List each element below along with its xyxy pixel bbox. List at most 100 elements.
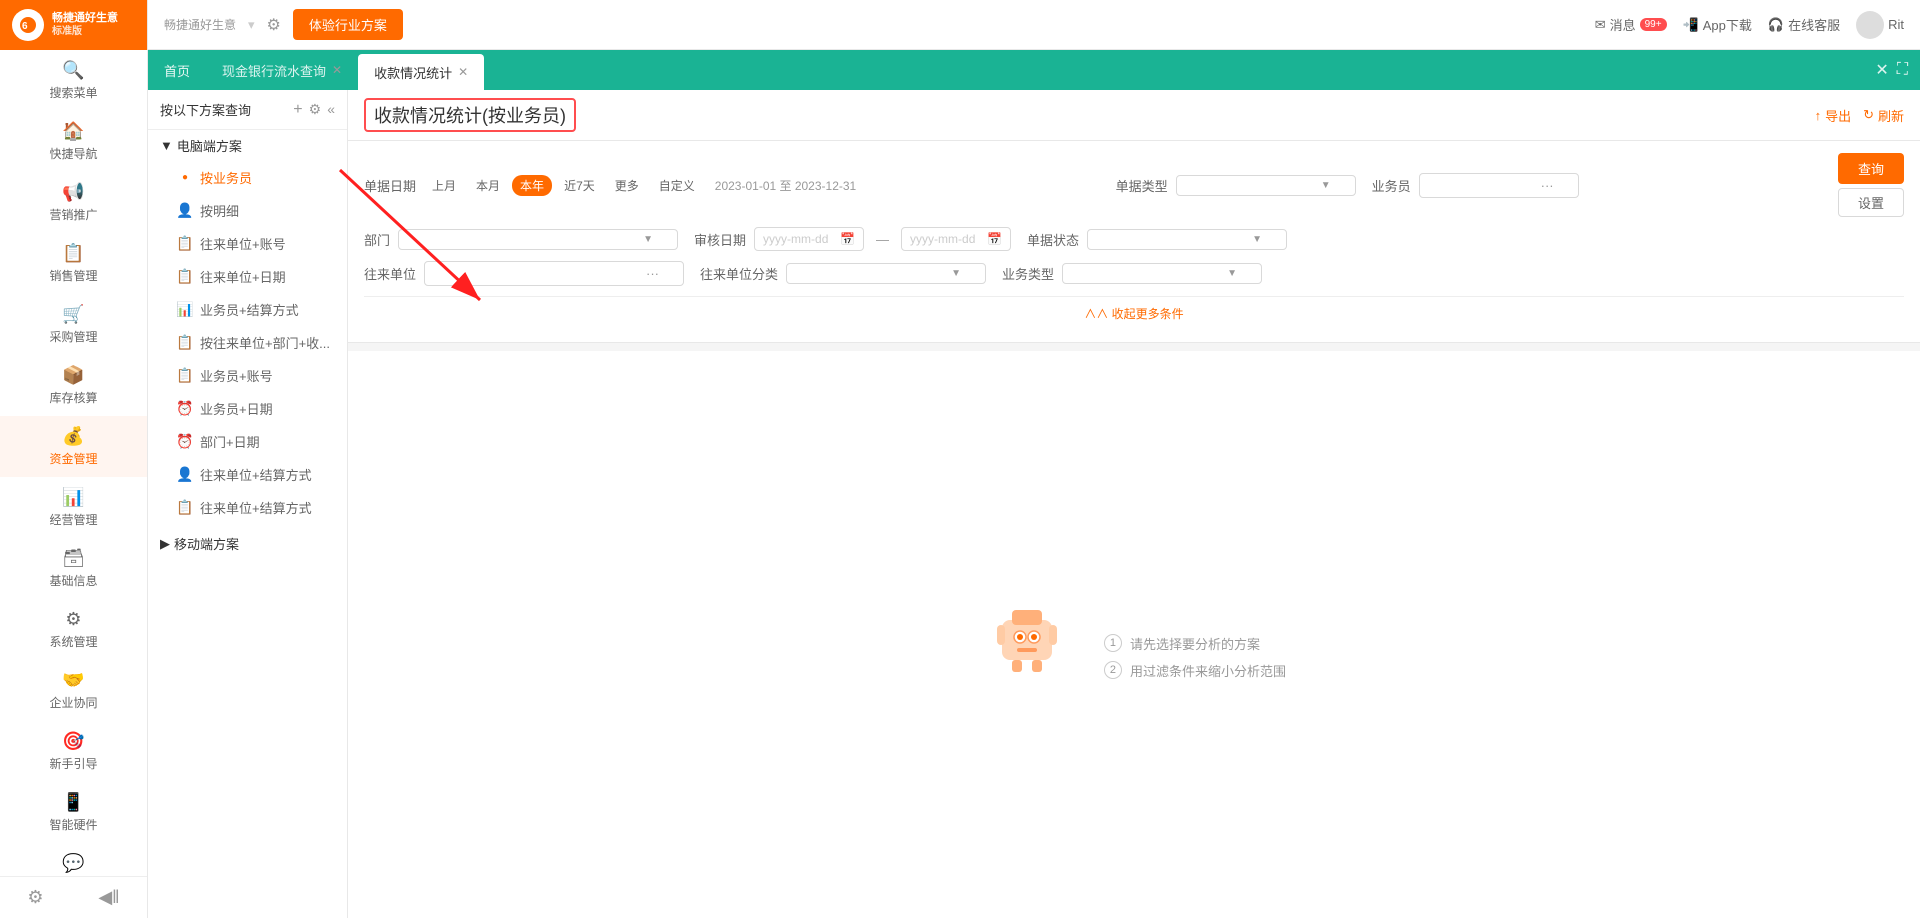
tab-close-bank-flow[interactable]: ✕ (332, 63, 342, 77)
scheme-item-dept-date[interactable]: ⏰ 部门+日期 (148, 425, 347, 458)
tab-close-all-btn[interactable]: ✕ (1875, 60, 1888, 80)
sidebar: 6 畅捷通好生意 标准版 🔍 搜索菜单 🏠 快捷导航 📢 营销推广 📋 销售管理… (0, 0, 148, 918)
desktop-section-title[interactable]: ▼ 电脑端方案 (148, 130, 347, 161)
review-date-start[interactable]: yyyy-mm-dd 📅 (754, 227, 864, 251)
salesperson-dots[interactable]: ··· (1541, 178, 1554, 193)
sidebar-item-enterprise[interactable]: 🤝 企业协同 (0, 660, 147, 721)
salesperson-label: 业务员 (1372, 176, 1411, 195)
settings-button[interactable]: 设置 (1838, 188, 1904, 217)
search-row-3: 往来单位 ··· 往来单位分类 ▼ 业务类型 (364, 261, 1904, 286)
search-area: 单据日期 上月 本月 本年 近7天 更多 自定义 2023-01-01 至 20… (348, 141, 1920, 343)
quick-nav-icon: 🏠 (62, 121, 84, 142)
sidebar-item-operation[interactable]: 📊 经营管理 (0, 477, 147, 538)
sidebar-item-basic-info[interactable]: 🗃 基础信息 (0, 538, 147, 599)
sidebar-item-search-menu[interactable]: 🔍 搜索菜单 (0, 50, 147, 111)
tab-bar: 首页 现金银行流水查询 ✕ 收款情况统计 ✕ ✕ ⛶ (148, 50, 1920, 90)
system-icon: ⚙ (65, 609, 81, 630)
tab-close-collection-stats[interactable]: ✕ (458, 65, 468, 79)
review-date-end[interactable]: yyyy-mm-dd 📅 (901, 227, 1011, 251)
sidebar-item-system[interactable]: ⚙ 系统管理 (0, 599, 147, 660)
sidebar-settings-btn[interactable]: ⚙ (27, 887, 43, 908)
sidebar-bottom: ⚙ ◀‖ (0, 876, 147, 918)
tab-home[interactable]: 首页 (148, 50, 206, 90)
smart-hw-icon: 📱 (62, 792, 84, 813)
scheme-item-salesperson-settle[interactable]: 📊 业务员+结算方式 (148, 293, 347, 326)
scheme-item-partner-date[interactable]: 📋 往来单位+日期 (148, 260, 347, 293)
partner-select[interactable]: ··· (424, 261, 684, 286)
header-right: ✉ 消息 99+ 📲 App下载 🎧 在线客服 Rit (1595, 11, 1904, 39)
page-header-actions: ↑ 导出 ↻ 刷新 (1815, 106, 1904, 125)
mobile-expand-icon: ▶ (160, 536, 170, 552)
sidebar-collapse-btn[interactable]: ◀‖ (98, 887, 119, 908)
app-download-btn[interactable]: 📲 App下载 (1683, 15, 1752, 34)
sidebar-item-sales[interactable]: 📋 销售管理 (0, 233, 147, 294)
step-2-text: 用过滤条件来缩小分析范围 (1130, 661, 1286, 680)
left-panel: 按以下方案查询 + ⚙ « ▼ 电脑端方案 ● 按业务员 👤 (148, 90, 348, 918)
collapse-label: 收起更多条件 (1112, 307, 1184, 321)
date-tab-this-month[interactable]: 本月 (468, 175, 508, 196)
date-tab-last-month[interactable]: 上月 (424, 175, 464, 196)
sidebar-item-label: 智能硬件 (49, 816, 97, 833)
date-tab-more[interactable]: 更多 (607, 175, 647, 196)
tab-bank-flow[interactable]: 现金银行流水查询 ✕ (206, 50, 358, 90)
partner-date-icon: 📋 (176, 268, 194, 285)
collapse-more-btn[interactable]: ∧∧ 收起更多条件 (364, 296, 1904, 330)
calendar-end-icon[interactable]: 📅 (987, 232, 1002, 246)
scheme-item-salesperson-account[interactable]: 📋 业务员+账号 (148, 359, 347, 392)
basic-info-icon: 🗃 (62, 548, 85, 569)
sidebar-item-marketing[interactable]: 📢 营销推广 (0, 172, 147, 233)
mobile-section-title[interactable]: ▶ 移动端方案 (148, 528, 347, 559)
sidebar-item-label: 采购管理 (49, 328, 97, 345)
scheme-settings-btn[interactable]: ⚙ (309, 101, 322, 119)
scheme-item-partner-settle1[interactable]: 👤 往来单位+结算方式 (148, 458, 347, 491)
partner-category-select[interactable]: ▼ (786, 263, 986, 284)
right-content: 收款情况统计(按业务员) ↑ 导出 ↻ 刷新 单据日期 (348, 90, 1920, 918)
scheme-item-partner-account[interactable]: 📋 往来单位+账号 (148, 227, 347, 260)
search-row-2: 部门 ▼ 审核日期 yyyy-mm-dd 📅 — (364, 227, 1904, 251)
notification-btn[interactable]: ✉ 消息 99+ (1595, 15, 1667, 34)
sidebar-item-smart-hw[interactable]: 📱 智能硬件 (0, 782, 147, 843)
online-support-btn[interactable]: 🎧 在线客服 (1768, 15, 1840, 34)
header-left: 畅捷通好生意 ▾ ⚙ 体验行业方案 (164, 9, 403, 40)
review-date-sep: — (876, 232, 889, 247)
sidebar-item-wechat[interactable]: 💬 企业微信 (0, 843, 147, 876)
calendar-start-icon[interactable]: 📅 (840, 232, 855, 246)
dept-field: 部门 ▼ (364, 229, 678, 250)
salesperson-settle-icon: 📊 (176, 301, 194, 318)
doc-type-label: 单据类型 (1116, 176, 1168, 195)
salesperson-select[interactable]: ··· (1419, 173, 1579, 198)
panel-collapse-btn[interactable]: « (327, 101, 335, 119)
date-tab-custom[interactable]: 自定义 (651, 175, 703, 196)
refresh-label: 刷新 (1878, 106, 1904, 125)
header-gear-btn[interactable]: ⚙ (267, 15, 281, 35)
partner-dots[interactable]: ··· (646, 266, 659, 281)
date-tab-this-year[interactable]: 本年 (512, 175, 552, 196)
sidebar-item-inventory[interactable]: 📦 库存核算 (0, 355, 147, 416)
scheme-item-by-salesperson[interactable]: ● 按业务员 (148, 161, 347, 194)
scheme-item-partner-settle2[interactable]: 📋 往来单位+结算方式 (148, 491, 347, 524)
export-button[interactable]: ↑ 导出 (1815, 106, 1852, 125)
scheme-item-by-details[interactable]: 👤 按明细 (148, 194, 347, 227)
trial-button[interactable]: 体验行业方案 (293, 9, 403, 40)
query-button[interactable]: 查询 (1838, 153, 1904, 184)
sidebar-item-finance[interactable]: 💰 资金管理 (0, 416, 147, 477)
tab-maximize-btn[interactable]: ⛶ (1897, 61, 1908, 79)
refresh-button[interactable]: ↻ 刷新 (1863, 106, 1904, 125)
scheme-item-by-partner-dept[interactable]: 📋 按往来单位+部门+收... (148, 326, 347, 359)
bank-flow-tab-label: 现金银行流水查询 (222, 61, 326, 80)
biz-type-select[interactable]: ▼ (1062, 263, 1262, 284)
sidebar-item-purchase[interactable]: 🛒 采购管理 (0, 294, 147, 355)
salesperson-date-icon: ⏰ (176, 400, 194, 417)
tab-collection-stats[interactable]: 收款情况统计 ✕ (358, 54, 484, 90)
by-salesperson-label: 按业务员 (200, 168, 252, 187)
mobile-section-label: 移动端方案 (174, 534, 239, 553)
doc-status-select[interactable]: ▼ (1087, 229, 1287, 250)
doc-type-select[interactable]: ▼ (1176, 175, 1356, 196)
scheme-item-salesperson-date[interactable]: ⏰ 业务员+日期 (148, 392, 347, 425)
sidebar-item-quick-nav[interactable]: 🏠 快捷导航 (0, 111, 147, 172)
user-area[interactable]: Rit (1856, 11, 1904, 39)
sidebar-item-newbie[interactable]: 🎯 新手引导 (0, 721, 147, 782)
add-scheme-btn[interactable]: + (293, 101, 302, 119)
date-tab-7days[interactable]: 近7天 (556, 175, 603, 196)
dept-select[interactable]: ▼ (398, 229, 678, 250)
